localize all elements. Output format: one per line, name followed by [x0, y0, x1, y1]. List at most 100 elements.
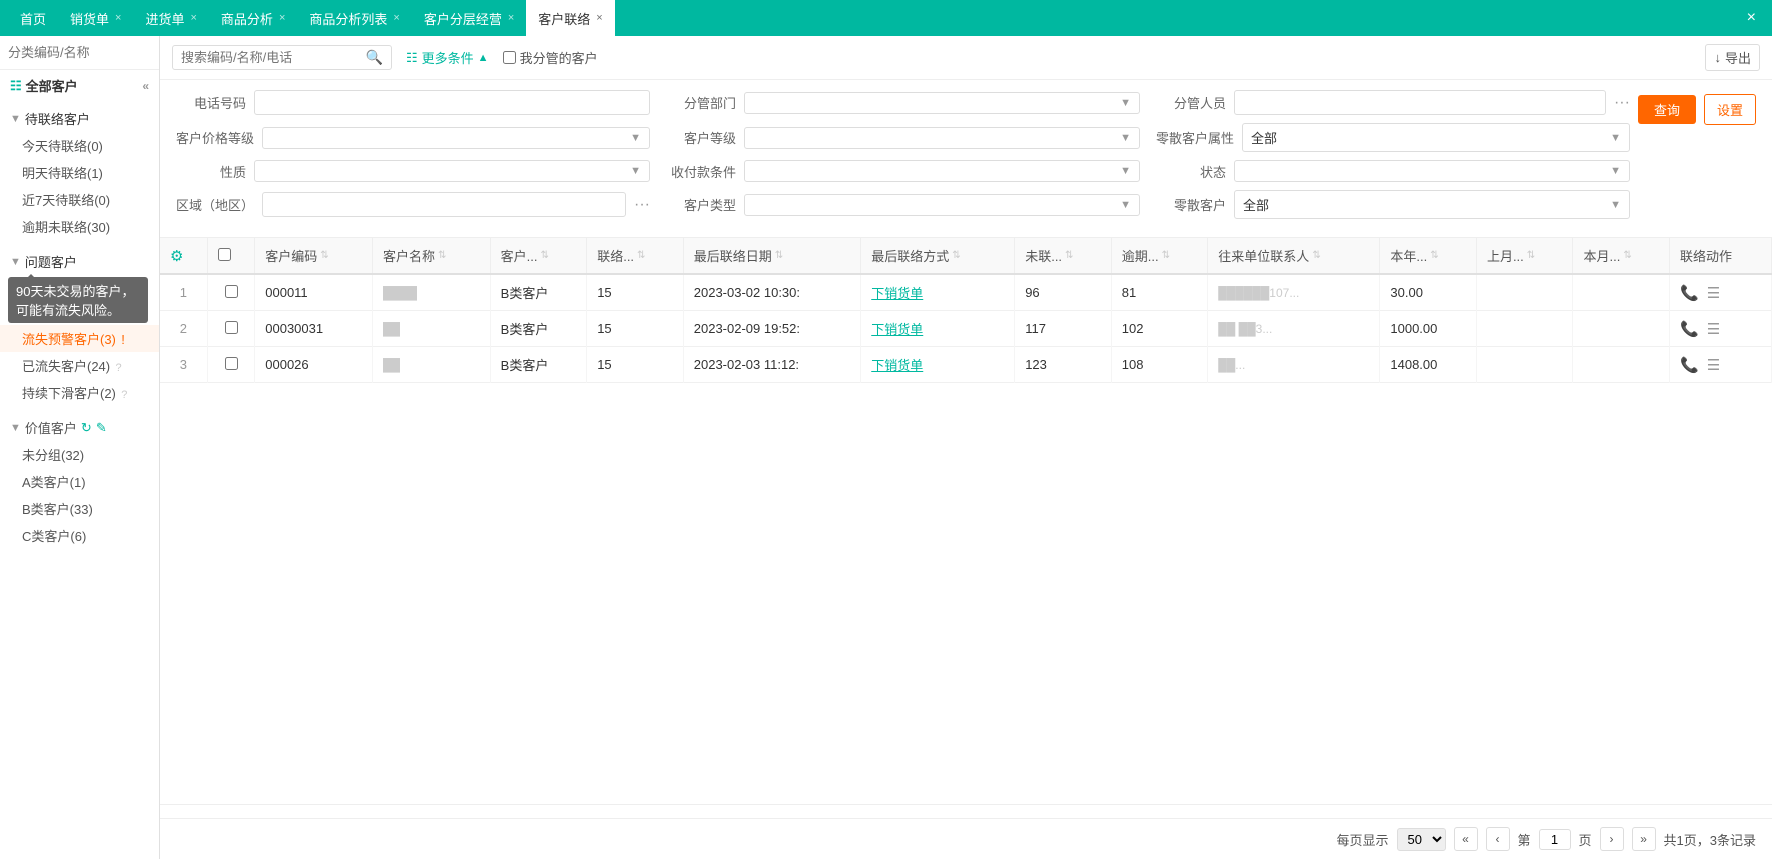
row-checkbox[interactable] — [225, 321, 238, 334]
sidebar-item-7day-contact[interactable]: 近7天待联络(0) — [0, 186, 159, 213]
row-checkbox[interactable] — [225, 357, 238, 370]
row-checkbox[interactable] — [225, 285, 238, 298]
sidebar-item-churn-warning[interactable]: 流失预警客户(3) ! — [0, 325, 159, 352]
category-search-input[interactable] — [8, 45, 160, 60]
filter-select-dept[interactable]: ▼ — [744, 92, 1140, 114]
next-page-btn[interactable]: › — [1600, 827, 1624, 851]
sidebar-all-customers[interactable]: ☷ 全部客户 « — [0, 70, 159, 101]
th-not-contact[interactable]: 未联... ⇅ — [1015, 238, 1112, 274]
th-contact[interactable]: 联络... ⇅ — [587, 238, 684, 274]
close-icon[interactable]: × — [393, 12, 399, 24]
filter-select-price-level[interactable]: ▼ — [262, 127, 650, 149]
cell-last-way[interactable]: 下销货单 — [861, 311, 1015, 347]
contact-icon[interactable]: 📞 — [1680, 284, 1699, 302]
select-all-checkbox[interactable] — [218, 248, 231, 261]
page-label: 第 — [1518, 830, 1531, 849]
sidebar-item-unclassified[interactable]: 未分组(32) — [0, 441, 159, 468]
sidebar-item-tomorrow-contact[interactable]: 明天待联络(1) — [0, 159, 159, 186]
my-customer-checkbox[interactable]: 我分管的客户 — [503, 48, 598, 67]
per-page-select[interactable]: 50 — [1397, 828, 1446, 851]
th-this-month[interactable]: 本月... ⇅ — [1573, 238, 1670, 274]
horizontal-scrollbar[interactable] — [160, 804, 1772, 818]
th-name[interactable]: 客户名称 ⇅ — [372, 238, 490, 274]
edit-icon[interactable]: ✎ — [96, 420, 107, 436]
filter-input-region[interactable] — [262, 192, 626, 217]
more-dots-icon[interactable]: ··· — [634, 196, 650, 214]
settings-col-header[interactable]: ⚙ — [160, 238, 207, 274]
filter-label-retail-attr: 零散客户属性 — [1156, 128, 1234, 147]
my-customer-input[interactable] — [503, 51, 516, 64]
filter-select-customer-level[interactable]: ▼ — [744, 127, 1140, 149]
filter-select-status[interactable]: ▼ — [1234, 160, 1630, 182]
search-input[interactable] — [181, 50, 366, 65]
more-action-icon[interactable]: ☰ — [1707, 320, 1720, 338]
cell-last-way[interactable]: 下销货单 — [861, 347, 1015, 383]
filter-label-price-level: 客户价格等级 — [176, 128, 254, 147]
th-type[interactable]: 客户... ⇅ — [490, 238, 587, 274]
chevron-down-icon: ▼ — [1120, 199, 1131, 211]
refresh-icon[interactable]: ↻ — [81, 420, 92, 436]
table-wrapper: ⚙ 客户编码 ⇅ 客户名称 — [160, 238, 1772, 804]
settings-icon[interactable]: ⚙ — [170, 248, 183, 265]
th-last-month[interactable]: 上月... ⇅ — [1476, 238, 1573, 274]
more-action-icon[interactable]: ☰ — [1707, 356, 1720, 374]
filter-select-nature[interactable]: ▼ — [254, 160, 650, 182]
top-bar: 首页 销货单 × 进货单 × 商品分析 × 商品分析列表 × 客户分层经营 × … — [0, 0, 1772, 36]
more-action-icon[interactable]: ☰ — [1707, 284, 1720, 302]
tab-product-list[interactable]: 商品分析列表 × — [297, 0, 411, 36]
window-close-button[interactable]: × — [1739, 9, 1764, 27]
group-value-customers: ▼ 价值客户 ↻ ✎ 未分组(32) A类客户(1) B类客户(33) C类客户… — [0, 410, 159, 553]
more-icon[interactable]: ··· — [1614, 94, 1630, 112]
group-problem-customers-header[interactable]: ▼ 问题客户 — [0, 248, 159, 275]
filter-select-retail-attr[interactable]: 全部 ▼ — [1242, 123, 1630, 152]
sidebar-item-today-contact[interactable]: 今天待联络(0) — [0, 132, 159, 159]
th-person[interactable]: 往来单位联系人 ⇅ — [1208, 238, 1380, 274]
tab-sales[interactable]: 销货单 × — [58, 0, 133, 36]
group-value-customers-header[interactable]: ▼ 价值客户 ↻ ✎ — [0, 414, 159, 441]
sidebar-item-a-class[interactable]: A类客户(1) — [0, 468, 159, 495]
contact-icon[interactable]: 📞 — [1680, 320, 1699, 338]
search-icon[interactable]: 🔍 — [366, 49, 383, 66]
tab-home[interactable]: 首页 — [8, 0, 58, 36]
first-page-btn[interactable]: « — [1454, 827, 1478, 851]
filter-btn[interactable]: ☷ 更多条件 ▲ — [400, 45, 495, 70]
close-icon[interactable]: × — [190, 12, 196, 24]
last-page-btn[interactable]: » — [1632, 827, 1656, 851]
page-input[interactable] — [1539, 829, 1571, 850]
close-icon[interactable]: × — [115, 12, 121, 24]
tab-customer-tier[interactable]: 客户分层经营 × — [412, 0, 526, 36]
close-icon[interactable]: × — [596, 12, 602, 24]
th-last-contact-date[interactable]: 最后联络日期 ⇅ — [683, 238, 860, 274]
sidebar-item-already-churned[interactable]: 已流失客户(24) ? — [0, 352, 159, 379]
cell-person: ██ ██3... — [1208, 311, 1380, 347]
filter-input-phone[interactable] — [254, 90, 650, 115]
settings-button[interactable]: 设置 — [1704, 94, 1756, 125]
sidebar-item-declining[interactable]: 持续下滑客户(2) ? — [0, 379, 159, 406]
th-overdue[interactable]: 逾期... ⇅ — [1111, 238, 1208, 274]
sidebar-item-b-class[interactable]: B类客户(33) — [0, 495, 159, 522]
sidebar-item-c-class[interactable]: C类客户(6) — [0, 522, 159, 549]
group-pending-contact-header[interactable]: ▼ 待联络客户 — [0, 105, 159, 132]
close-icon[interactable]: × — [508, 12, 514, 24]
cell-last-way[interactable]: 下销货单 — [861, 274, 1015, 311]
cell-name: ████ — [372, 274, 490, 311]
tab-customer-contact[interactable]: 客户联络 × — [526, 0, 614, 36]
collapse-icon[interactable]: « — [142, 79, 149, 93]
th-last-contact-way[interactable]: 最后联络方式 ⇅ — [861, 238, 1015, 274]
contact-icon[interactable]: 📞 — [1680, 356, 1699, 374]
checkbox-col-header[interactable] — [207, 238, 254, 274]
filter-select-payment[interactable]: ▼ — [744, 160, 1140, 182]
row-num: 2 — [160, 311, 207, 347]
export-btn[interactable]: ↓ 导出 — [1705, 44, 1760, 71]
close-icon[interactable]: × — [279, 12, 285, 24]
prev-page-btn[interactable]: ‹ — [1486, 827, 1510, 851]
tab-product-analysis[interactable]: 商品分析 × — [209, 0, 297, 36]
filter-select-customer-type[interactable]: ▼ — [744, 194, 1140, 216]
th-this-year[interactable]: 本年... ⇅ — [1380, 238, 1477, 274]
filter-select-retail-customer[interactable]: 全部 ▼ — [1234, 190, 1630, 219]
filter-input-person[interactable] — [1234, 90, 1606, 115]
tab-purchase[interactable]: 进货单 × — [133, 0, 208, 36]
sidebar-item-overdue-contact[interactable]: 逾期未联络(30) — [0, 213, 159, 240]
th-code[interactable]: 客户编码 ⇅ — [255, 238, 373, 274]
query-button[interactable]: 查询 — [1638, 95, 1696, 124]
